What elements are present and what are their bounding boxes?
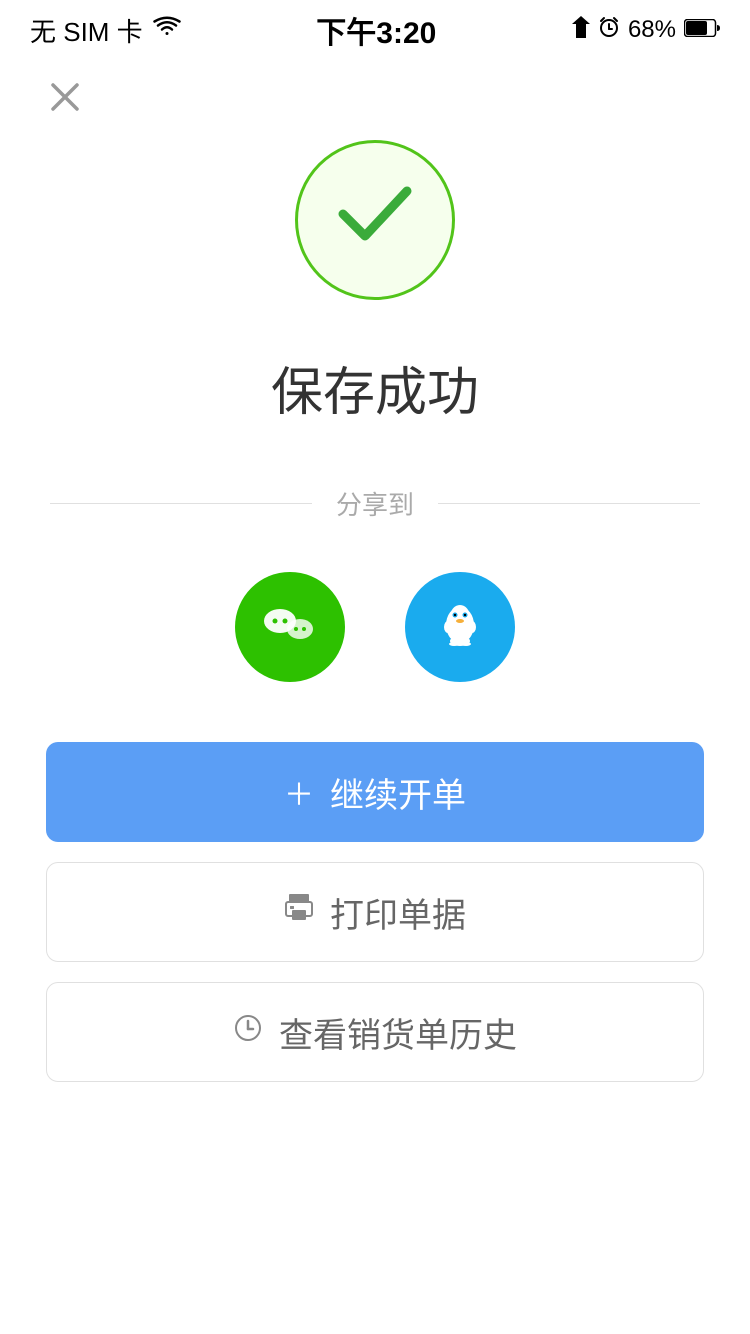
status-time: 下午3:20 bbox=[316, 8, 436, 52]
print-label: 打印单据 bbox=[330, 888, 466, 937]
location-icon bbox=[572, 16, 590, 45]
status-right: 68% bbox=[572, 16, 720, 45]
share-divider: 分享到 bbox=[0, 485, 750, 522]
printer-icon bbox=[284, 894, 314, 930]
share-label: 分享到 bbox=[312, 485, 438, 522]
continue-button[interactable]: ＋ 继续开单 bbox=[46, 742, 704, 842]
plus-icon: ＋ bbox=[284, 770, 314, 814]
wifi-icon bbox=[153, 16, 181, 44]
check-icon bbox=[335, 179, 415, 262]
share-section: 分享到 bbox=[0, 485, 750, 682]
clock-icon bbox=[233, 1013, 263, 1051]
share-icons bbox=[235, 572, 515, 682]
success-circle bbox=[295, 140, 455, 300]
continue-label: 继续开单 bbox=[330, 768, 466, 817]
wechat-share-button[interactable] bbox=[235, 572, 345, 682]
success-title: 保存成功 bbox=[271, 350, 479, 425]
close-button[interactable] bbox=[40, 72, 90, 122]
alarm-icon bbox=[598, 16, 620, 45]
main-content: 保存成功 分享到 bbox=[0, 60, 750, 1082]
divider-line-right bbox=[438, 503, 700, 504]
sim-label: 无 SIM 卡 bbox=[30, 12, 143, 49]
history-button[interactable]: 查看销货单历史 bbox=[46, 982, 704, 1082]
qq-share-button[interactable] bbox=[405, 572, 515, 682]
status-left: 无 SIM 卡 bbox=[30, 12, 181, 49]
battery-label: 68% bbox=[628, 16, 676, 44]
buttons-section: ＋ 继续开单 打印单据 bbox=[0, 742, 750, 1082]
print-button[interactable]: 打印单据 bbox=[46, 862, 704, 962]
divider-line-left bbox=[50, 503, 312, 504]
battery-icon bbox=[684, 16, 720, 44]
status-bar: 无 SIM 卡 下午3:20 68% bbox=[0, 0, 750, 60]
history-label: 查看销货单历史 bbox=[279, 1008, 517, 1057]
